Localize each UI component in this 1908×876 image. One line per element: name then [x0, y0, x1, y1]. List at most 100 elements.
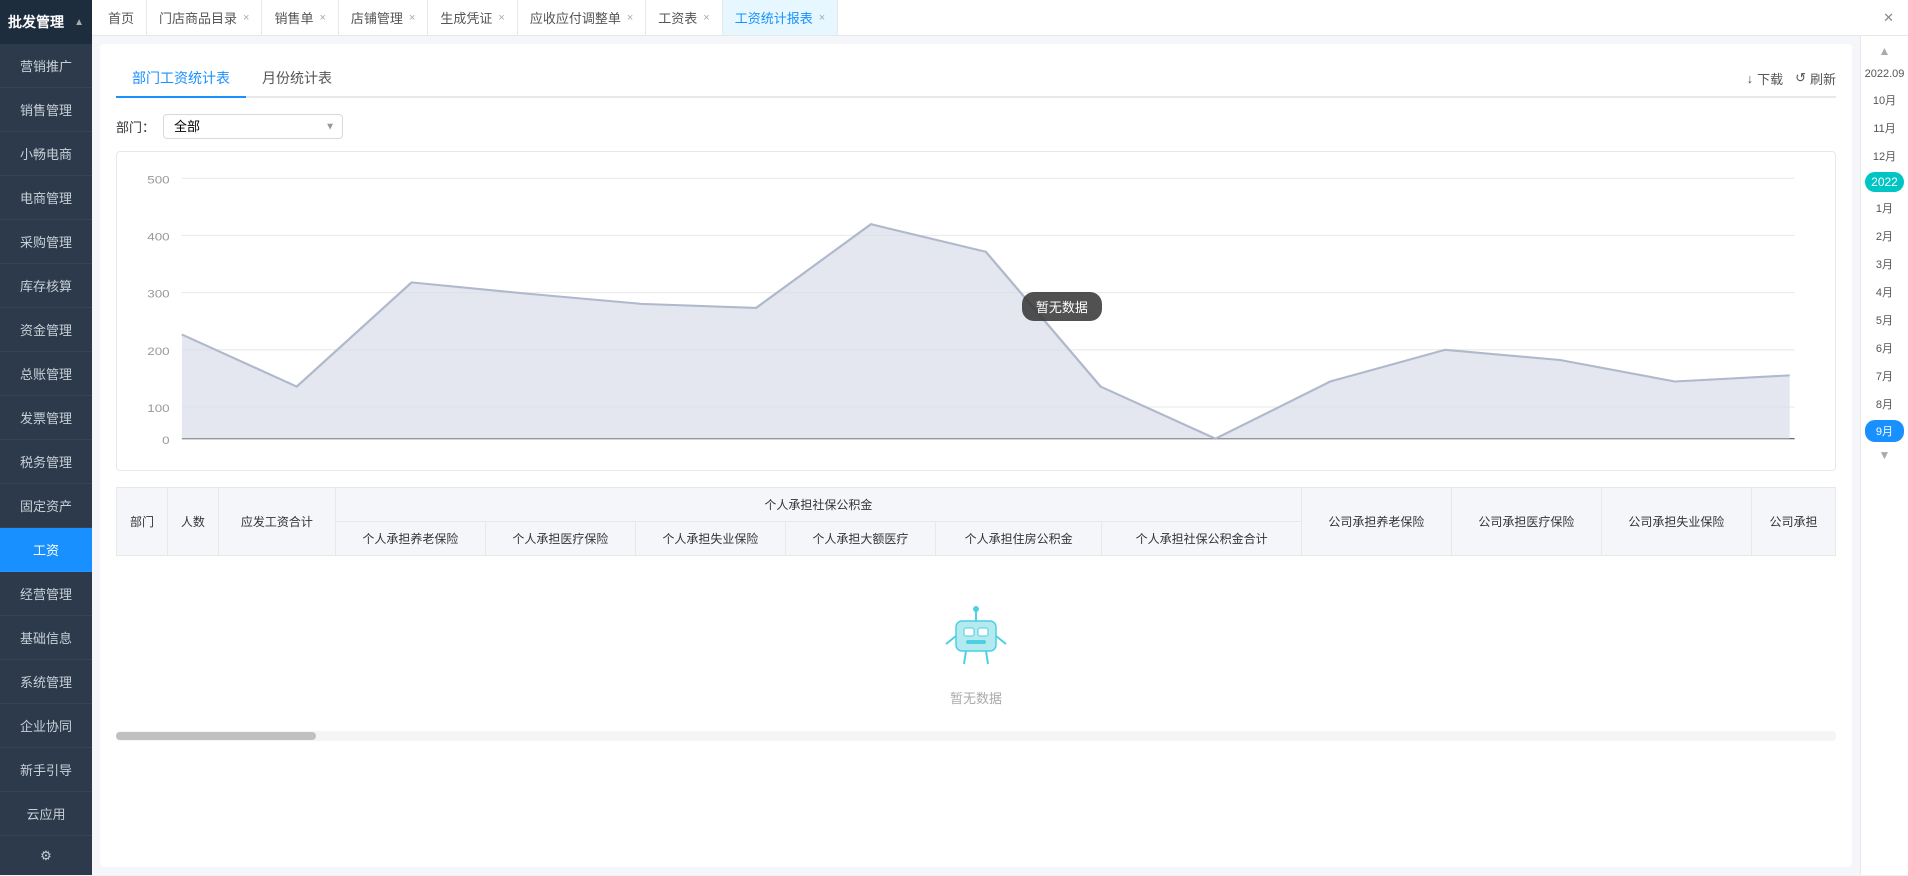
- sidebar-item-税务管理[interactable]: 税务管理: [0, 440, 92, 484]
- download-icon: ↓: [1747, 71, 1754, 86]
- sidebar-item-基础信息[interactable]: 基础信息: [0, 616, 92, 660]
- col-total-salary: 应发工资合计: [218, 488, 335, 556]
- timeline-month-11月[interactable]: 11月: [1861, 114, 1908, 142]
- sidebar-item-营销推广[interactable]: 营销推广: [0, 44, 92, 88]
- sidebar-item-云应用[interactable]: 云应用: [0, 792, 92, 836]
- sidebar-item-总账管理[interactable]: 总账管理: [0, 352, 92, 396]
- tab-close-工资统计报表[interactable]: ×: [819, 12, 825, 24]
- timeline-header[interactable]: 2022.09: [1861, 62, 1908, 86]
- timeline-month-1月[interactable]: 1月: [1861, 194, 1908, 222]
- sidebar-footer-settings[interactable]: ⚙: [0, 836, 92, 876]
- tab-生成凭证[interactable]: 生成凭证 ×: [428, 0, 517, 36]
- toolbar-right: ↓ 下载 ↺ 刷新: [1747, 60, 1836, 96]
- tab-label-销售单: 销售单: [274, 8, 313, 27]
- col-personal-pension: 个人承担养老保险: [335, 522, 485, 556]
- sidebar-item-新手引导[interactable]: 新手引导: [0, 748, 92, 792]
- col-personal-large-medical: 个人承担大额医疗: [785, 522, 935, 556]
- svg-text:400: 400: [147, 231, 170, 244]
- sidebar-item-小畅电商[interactable]: 小畅电商: [0, 132, 92, 176]
- svg-text:0: 0: [162, 434, 170, 447]
- inner-tab-部门工资统计表[interactable]: 部门工资统计表: [116, 60, 246, 98]
- tab-首页[interactable]: 首页: [96, 0, 147, 36]
- svg-text:100: 100: [147, 402, 170, 415]
- timeline-month-12月[interactable]: 12月: [1861, 142, 1908, 170]
- refresh-button[interactable]: ↺ 刷新: [1795, 69, 1836, 88]
- sidebar-item-库存核算[interactable]: 库存核算: [0, 264, 92, 308]
- tab-close-销售单[interactable]: ×: [319, 12, 325, 24]
- sidebar-item-企业协同[interactable]: 企业协同: [0, 704, 92, 748]
- chart-no-data-tooltip: 暂无数据: [1022, 292, 1102, 321]
- tab-close-店铺管理[interactable]: ×: [409, 12, 415, 24]
- timeline-month-8月[interactable]: 8月: [1861, 390, 1908, 418]
- table-scroll[interactable]: 部门 人数 应发工资合计 个人承担社保公积金 公司承担养老保险 公司承担医疗保险…: [116, 487, 1836, 741]
- data-table: 部门 人数 应发工资合计 个人承担社保公积金 公司承担养老保险 公司承担医疗保险…: [116, 487, 1836, 556]
- empty-state: 暂无数据: [116, 556, 1836, 727]
- col-company-medical: 公司承担医疗保险: [1451, 488, 1601, 556]
- timeline-month-2月[interactable]: 2月: [1861, 222, 1908, 250]
- timeline-month-3月[interactable]: 3月: [1861, 250, 1908, 278]
- sidebar-item-采购管理[interactable]: 采购管理: [0, 220, 92, 264]
- tab-label-工资统计报表: 工资统计报表: [735, 8, 813, 27]
- refresh-icon: ↺: [1795, 70, 1806, 86]
- tab-销售单[interactable]: 销售单 ×: [262, 0, 338, 36]
- tab-门店商品目录[interactable]: 门店商品目录 ×: [147, 0, 262, 36]
- col-personal-total: 个人承担社保公积金合计: [1102, 522, 1302, 556]
- tab-label-生成凭证: 生成凭证: [440, 8, 492, 27]
- toolbar: 部门： 全部: [116, 114, 1836, 139]
- col-dept: 部门: [117, 488, 168, 556]
- tab-close-生成凭证[interactable]: ×: [498, 12, 504, 24]
- sidebar-item-电商管理[interactable]: 电商管理: [0, 176, 92, 220]
- empty-robot-icon: [936, 596, 1016, 676]
- chart-area: 500 400 300 200 100 0: [116, 151, 1836, 471]
- timeline-up-btn[interactable]: ▲: [1875, 40, 1895, 62]
- right-timeline: ▲ 2022.0910月11月12月20221月2月3月4月5月6月7月8月9月…: [1860, 36, 1908, 875]
- empty-text: 暂无数据: [950, 688, 1002, 707]
- tab-label-应收应付调整单: 应收应付调整单: [530, 8, 621, 27]
- timeline-month-4月[interactable]: 4月: [1861, 278, 1908, 306]
- timeline-month-10月[interactable]: 10月: [1861, 86, 1908, 114]
- timeline-year-2022[interactable]: 2022: [1865, 172, 1904, 192]
- svg-text:200: 200: [147, 345, 170, 358]
- sidebar-item-固定资产[interactable]: 固定资产: [0, 484, 92, 528]
- dept-label: 部门：: [116, 117, 155, 136]
- timeline-month-7月[interactable]: 7月: [1861, 362, 1908, 390]
- sidebar-item-工资[interactable]: 工资: [0, 528, 92, 572]
- sidebar-title: 批发管理: [8, 12, 64, 32]
- sidebar-header[interactable]: 批发管理 ▲: [0, 0, 92, 44]
- inner-tabs: 部门工资统计表月份统计表 ↓ 下载 ↺ 刷新: [116, 60, 1836, 98]
- main-area: 首页门店商品目录×销售单×店铺管理×生成凭证×应收应付调整单×工资表×工资统计报…: [92, 0, 1908, 875]
- timeline-current-9月[interactable]: 9月: [1865, 420, 1904, 442]
- tab-close-应收应付调整单[interactable]: ×: [627, 12, 633, 24]
- tab-label-工资表: 工资表: [658, 8, 697, 27]
- bottom-scrollbar[interactable]: [116, 731, 1836, 741]
- tab-label-店铺管理: 店铺管理: [351, 8, 403, 27]
- col-count: 人数: [167, 488, 218, 556]
- tab-工资统计报表[interactable]: 工资统计报表 ×: [723, 0, 838, 36]
- dept-select[interactable]: 全部: [163, 114, 343, 139]
- tab-label-门店商品目录: 门店商品目录: [159, 8, 237, 27]
- download-button[interactable]: ↓ 下载: [1747, 69, 1784, 88]
- timeline-down-btn[interactable]: ▼: [1875, 444, 1895, 466]
- page-content: 部门工资统计表月份统计表 ↓ 下载 ↺ 刷新 部门：: [100, 44, 1852, 867]
- tab-应收应付调整单[interactable]: 应收应付调整单 ×: [518, 0, 646, 36]
- dept-select-wrapper: 全部: [163, 114, 343, 139]
- timeline-month-5月[interactable]: 5月: [1861, 306, 1908, 334]
- col-personal-social: 个人承担社保公积金: [335, 488, 1301, 522]
- sidebar-item-发票管理[interactable]: 发票管理: [0, 396, 92, 440]
- svg-text:500: 500: [147, 173, 170, 186]
- tab-工资表[interactable]: 工资表 ×: [646, 0, 722, 36]
- tab-close-门店商品目录[interactable]: ×: [243, 12, 249, 24]
- sidebar-item-销售管理[interactable]: 销售管理: [0, 88, 92, 132]
- svg-text:300: 300: [147, 288, 170, 301]
- sidebar-item-经营管理[interactable]: 经营管理: [0, 572, 92, 616]
- tab-bar-close-btn[interactable]: ✕: [1873, 10, 1904, 26]
- table-header-row1: 部门 人数 应发工资合计 个人承担社保公积金 公司承担养老保险 公司承担医疗保险…: [117, 488, 1836, 522]
- tab-bar: 首页门店商品目录×销售单×店铺管理×生成凭证×应收应付调整单×工资表×工资统计报…: [92, 0, 1908, 36]
- sidebar-item-资金管理[interactable]: 资金管理: [0, 308, 92, 352]
- tab-close-工资表[interactable]: ×: [703, 12, 709, 24]
- timeline-month-6月[interactable]: 6月: [1861, 334, 1908, 362]
- sidebar-item-系统管理[interactable]: 系统管理: [0, 660, 92, 704]
- toolbar-left: 部门： 全部: [116, 114, 343, 139]
- tab-店铺管理[interactable]: 店铺管理 ×: [339, 0, 428, 36]
- inner-tab-月份统计表[interactable]: 月份统计表: [246, 60, 348, 98]
